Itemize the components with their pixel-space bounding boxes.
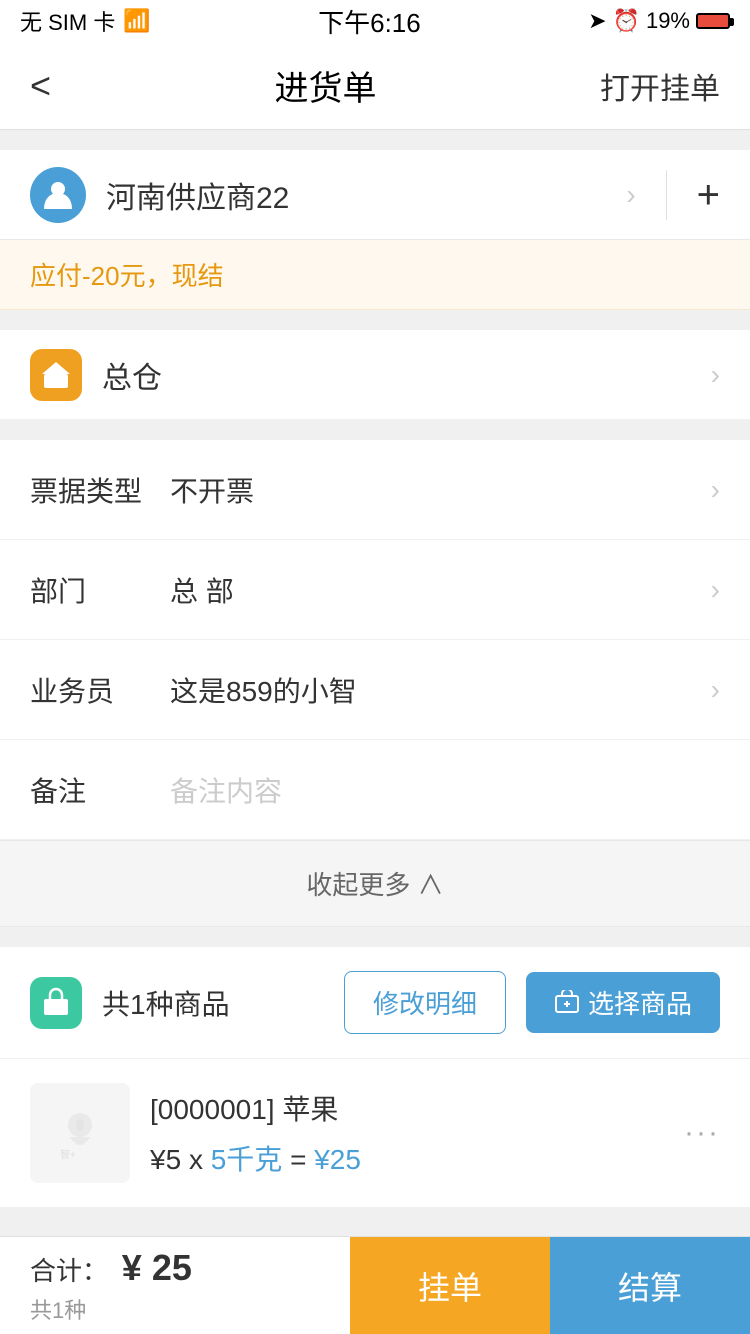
footer: 合计： ¥ 25 共1种 挂单 结算 xyxy=(0,1236,750,1334)
warehouse-label: 总仓 xyxy=(102,353,711,397)
warehouse-chevron-icon: › xyxy=(711,359,720,391)
status-bar: 无 SIM 卡 📶 下午6:16 ➤ ⏰ 19% xyxy=(0,0,750,42)
add-supplier-button[interactable]: + xyxy=(697,175,720,215)
status-time: 下午6:16 xyxy=(318,3,421,40)
supplier-row[interactable]: 河南供应商22 › + xyxy=(0,150,750,240)
alarm-icon: ⏰ xyxy=(613,8,640,34)
gap-4 xyxy=(0,927,750,947)
supplier-chevron-icon: › xyxy=(626,179,635,211)
product-total: ¥25 xyxy=(314,1144,361,1175)
warehouse-row[interactable]: 总仓 › xyxy=(0,330,750,420)
open-hang-button[interactable]: 打开挂单 xyxy=(600,64,720,108)
product-code: [0000001] xyxy=(150,1094,275,1125)
department-row[interactable]: 部门 总 部 › xyxy=(0,540,750,640)
product-thumbnail: 智+ xyxy=(30,1083,130,1183)
page-title: 进货单 xyxy=(275,61,377,110)
product-title-name: 苹果 xyxy=(282,1094,338,1125)
collapse-toggle[interactable]: 收起更多 ∧ xyxy=(0,840,750,927)
select-product-label: 选择商品 xyxy=(588,984,692,1021)
remark-input[interactable]: 备注内容 xyxy=(160,770,720,810)
bill-type-value: 不开票 xyxy=(160,470,711,510)
location-icon: ➤ xyxy=(588,8,606,34)
select-product-button[interactable]: 选择商品 xyxy=(526,972,720,1033)
footer-total: 合计： ¥ 25 共1种 xyxy=(0,1247,350,1325)
product-header-icon xyxy=(30,977,82,1029)
checkout-button[interactable]: 结算 xyxy=(550,1237,750,1334)
notice-text: 应付-20元，现结 xyxy=(30,261,224,291)
supplier-avatar xyxy=(30,167,86,223)
product-more-button[interactable]: ··· xyxy=(684,1116,720,1150)
checkout-label: 结算 xyxy=(618,1263,682,1309)
divider xyxy=(666,170,667,220)
product-header: 共1种商品 修改明细 选择商品 xyxy=(0,947,750,1059)
wifi-icon: 📶 xyxy=(123,8,150,34)
product-info: [0000001] 苹果 ¥5 x 5千克 = ¥25 xyxy=(150,1088,664,1178)
department-value: 总 部 xyxy=(160,570,711,610)
hang-order-button[interactable]: 挂单 xyxy=(350,1237,550,1334)
product-name: [0000001] 苹果 xyxy=(150,1088,664,1128)
product-count-label: 共1种商品 xyxy=(102,983,324,1023)
status-left: 无 SIM 卡 📶 xyxy=(20,5,151,37)
gap-2 xyxy=(0,310,750,330)
footer-total-label: 合计： xyxy=(30,1256,108,1286)
salesperson-value: 这是859的小智 xyxy=(160,670,711,710)
bill-type-row[interactable]: 票据类型 不开票 › xyxy=(0,440,750,540)
product-item: 智+ [0000001] 苹果 ¥5 x 5千克 = ¥25 ··· xyxy=(0,1059,750,1208)
gap-1 xyxy=(0,130,750,150)
product-quantity: 5千克 xyxy=(211,1144,283,1175)
salesperson-row[interactable]: 业务员 这是859的小智 › xyxy=(0,640,750,740)
form-section: 票据类型 不开票 › 部门 总 部 › 业务员 这是859的小智 › 备注 备注… xyxy=(0,440,750,840)
product-price-row: ¥5 x 5千克 = ¥25 xyxy=(150,1138,664,1178)
back-button[interactable]: < xyxy=(30,65,51,107)
carrier-label: 无 SIM 卡 xyxy=(20,5,115,37)
product-unit-price: ¥5 xyxy=(150,1144,181,1175)
remark-label: 备注 xyxy=(30,770,160,810)
hang-order-label: 挂单 xyxy=(418,1263,482,1309)
footer-total-amount: ¥ 25 xyxy=(122,1247,192,1288)
notice-bar: 应付-20元，现结 xyxy=(0,240,750,310)
warehouse-icon xyxy=(30,349,82,401)
footer-sub-label: 共1种 xyxy=(30,1293,320,1325)
edit-detail-button[interactable]: 修改明细 xyxy=(344,971,506,1034)
supplier-name: 河南供应商22 xyxy=(106,173,626,217)
battery-percent: 19% xyxy=(646,8,690,34)
nav-bar: < 进货单 打开挂单 xyxy=(0,42,750,130)
gap-3 xyxy=(0,420,750,440)
bill-type-chevron-icon: › xyxy=(711,474,720,506)
salesperson-chevron-icon: › xyxy=(711,674,720,706)
bill-type-label: 票据类型 xyxy=(30,470,160,510)
product-multiply: x xyxy=(189,1144,211,1175)
battery-icon xyxy=(696,13,730,29)
status-right: ➤ ⏰ 19% xyxy=(588,8,730,34)
department-label: 部门 xyxy=(30,570,160,610)
collapse-label: 收起更多 ∧ xyxy=(306,870,443,900)
remark-row[interactable]: 备注 备注内容 xyxy=(0,740,750,840)
salesperson-label: 业务员 xyxy=(30,670,160,710)
department-chevron-icon: › xyxy=(711,574,720,606)
svg-text:智+: 智+ xyxy=(60,1148,76,1161)
product-equals: = xyxy=(290,1144,314,1175)
